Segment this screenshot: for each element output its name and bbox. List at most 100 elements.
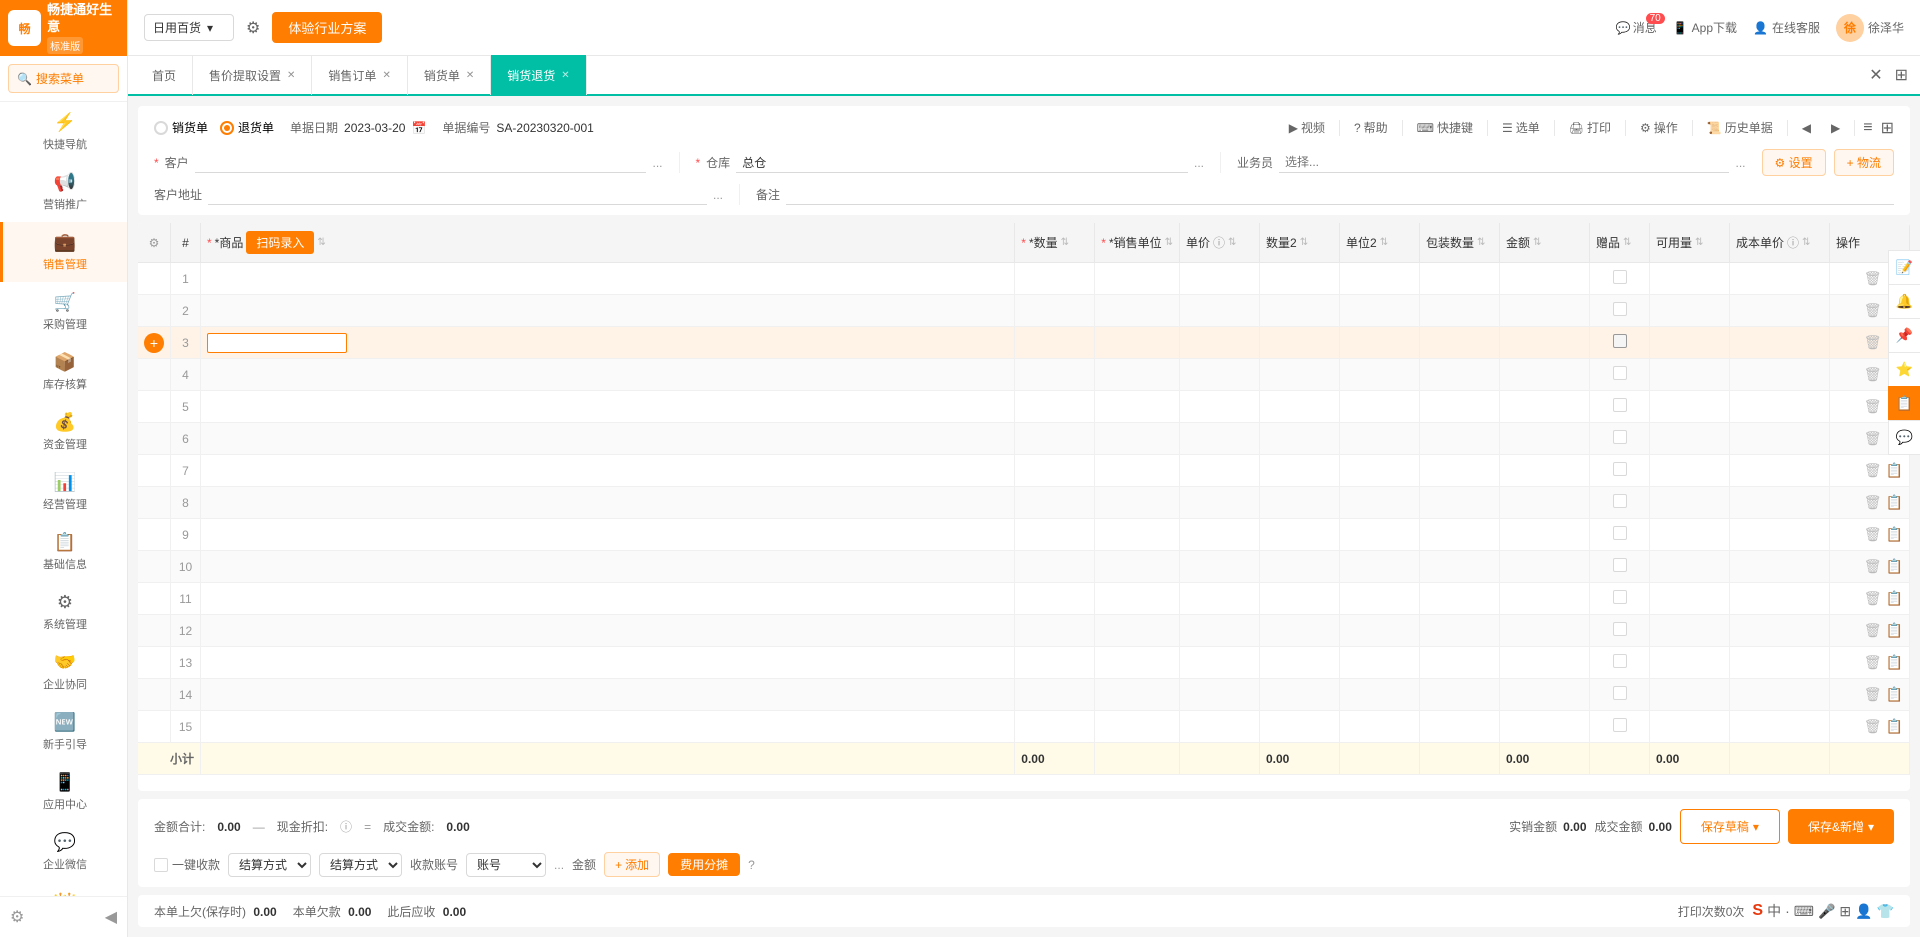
salesman-input[interactable] (1279, 152, 1729, 173)
row-amount-cell[interactable] (1500, 423, 1590, 455)
sidebar-item-marketing[interactable]: 📢 营销推广 (0, 162, 127, 222)
address-select-btn[interactable]: ... (713, 188, 723, 202)
row-qty2-cell[interactable] (1260, 423, 1340, 455)
row-product-cell[interactable] (201, 423, 1015, 455)
help-btn[interactable]: ? 帮助 (1348, 116, 1394, 139)
ime-icon-3[interactable]: · (1785, 903, 1790, 919)
save-new-button[interactable]: 保存&新增 ▾ (1788, 809, 1894, 844)
row-unit2-cell[interactable] (1340, 295, 1420, 327)
row-amount-cell[interactable] (1500, 327, 1590, 359)
sort-avail-icon[interactable]: ⇅ (1695, 237, 1703, 248)
row-amount-cell[interactable] (1500, 583, 1590, 615)
row-pack-cell[interactable] (1420, 295, 1500, 327)
sidebar-item-wechat[interactable]: 💬 企业微信 (0, 822, 127, 882)
sidebar-item-finance[interactable]: 💰 资金管理 (0, 402, 127, 462)
row-unit2-cell[interactable] (1340, 391, 1420, 423)
row-price-cell[interactable] (1180, 327, 1260, 359)
radio-return[interactable]: 退货单 (220, 119, 274, 136)
delete-row-icon[interactable]: 🗑 (1864, 302, 1882, 319)
row-gift-cell[interactable] (1590, 583, 1650, 615)
fee-split-button[interactable]: 费用分摊 (668, 853, 740, 876)
row-unit2-cell[interactable] (1340, 423, 1420, 455)
trial-btn[interactable]: 体验行业方案 (272, 12, 382, 43)
row-gift-cell[interactable] (1590, 359, 1650, 391)
row-unit-cell[interactable] (1095, 647, 1180, 679)
settlement-method-select2[interactable]: 结算方式 (319, 853, 402, 877)
tab-sales-delivery[interactable]: 销货单 ✕ (408, 55, 491, 95)
history-btn[interactable]: 📜 历史单据 (1701, 116, 1779, 139)
sidebar-item-apps[interactable]: 📱 应用中心 (0, 762, 127, 822)
row-product-cell[interactable] (201, 711, 1015, 743)
sort-gift-icon[interactable]: ⇅ (1623, 237, 1631, 248)
print-btn[interactable]: 🖨 打印 (1563, 116, 1617, 139)
row-product-cell[interactable] (201, 551, 1015, 583)
gift-checkbox[interactable] (1613, 334, 1627, 348)
row-gift-cell[interactable] (1590, 679, 1650, 711)
row-price-cell[interactable] (1180, 359, 1260, 391)
row-product-cell[interactable] (201, 455, 1015, 487)
row-unit2-cell[interactable] (1340, 263, 1420, 295)
row-qty2-cell[interactable] (1260, 615, 1340, 647)
row-qty2-cell[interactable] (1260, 551, 1340, 583)
row-qty-cell[interactable] (1015, 519, 1095, 551)
row-amount-cell[interactable] (1500, 455, 1590, 487)
warehouse-select-btn[interactable]: ... (1194, 156, 1204, 170)
sidebar-item-sales[interactable]: 💼 销售管理 (0, 222, 127, 282)
gift-checkbox[interactable] (1613, 462, 1627, 476)
user-profile-button[interactable]: 徐 徐泽华 (1836, 14, 1904, 42)
row-pack-cell[interactable] (1420, 359, 1500, 391)
row-pack-cell[interactable] (1420, 583, 1500, 615)
row-price-cell[interactable] (1180, 455, 1260, 487)
settlement-method-select[interactable]: 结算方式 (228, 853, 311, 877)
tab-close-sales-delivery[interactable]: ✕ (466, 70, 474, 81)
row-amount-cell[interactable] (1500, 391, 1590, 423)
sidebar-item-member[interactable]: 👑 畅会员 (0, 882, 127, 896)
tab-close-price-setting[interactable]: ✕ (287, 70, 295, 81)
row-product-cell[interactable] (201, 615, 1015, 647)
row-price-cell[interactable] (1180, 487, 1260, 519)
add-payment-button[interactable]: + 添加 (604, 852, 660, 877)
gift-checkbox[interactable] (1613, 494, 1627, 508)
row-qty2-cell[interactable] (1260, 519, 1340, 551)
scan-input-btn[interactable]: 扫码录入 (246, 231, 314, 254)
row-pack-cell[interactable] (1420, 679, 1500, 711)
product-input[interactable] (207, 333, 347, 353)
row-product-cell[interactable] (201, 359, 1015, 391)
row-qty-cell[interactable] (1015, 455, 1095, 487)
tab-price-setting[interactable]: 售价提取设置 ✕ (193, 55, 312, 95)
customer-select-btn[interactable]: ... (652, 156, 662, 170)
address-input[interactable] (208, 184, 707, 205)
delete-row-icon[interactable]: 🗑 (1864, 334, 1882, 351)
tab-close-sales-return[interactable]: ✕ (561, 70, 569, 81)
gift-checkbox[interactable] (1613, 654, 1627, 668)
sidebar-item-inventory[interactable]: 📦 库存核算 (0, 342, 127, 402)
topbar-settings-icon[interactable]: ⚙ (246, 18, 260, 38)
sidebar-item-system[interactable]: ⚙ 系统管理 (0, 582, 127, 642)
row-pack-cell[interactable] (1420, 423, 1500, 455)
row-unit-cell[interactable] (1095, 487, 1180, 519)
tab-sales-return[interactable]: 销货退货 ✕ (491, 55, 586, 95)
add-row-button[interactable]: + (144, 333, 164, 353)
row-unit-cell[interactable] (1095, 295, 1180, 327)
calendar-icon[interactable]: 📅 (411, 121, 426, 135)
tab-close-sales-order[interactable]: ✕ (382, 70, 390, 81)
copy-row-icon[interactable]: 📋 (1886, 462, 1903, 479)
ime-icon-1[interactable]: S (1752, 902, 1763, 920)
sort-pack-icon[interactable]: ⇅ (1477, 237, 1485, 248)
row-qty2-cell[interactable] (1260, 455, 1340, 487)
ime-icon-8[interactable]: 👕 (1877, 903, 1894, 920)
row-unit-cell[interactable] (1095, 583, 1180, 615)
row-product-cell[interactable] (201, 487, 1015, 519)
category-select[interactable]: 日用百货 ▾ (144, 14, 234, 41)
row-gift-cell[interactable] (1590, 327, 1650, 359)
ime-icon-7[interactable]: 👤 (1855, 903, 1872, 920)
row-qty-cell[interactable] (1015, 583, 1095, 615)
row-amount-cell[interactable] (1500, 615, 1590, 647)
gift-checkbox[interactable] (1613, 430, 1627, 444)
row-qty-cell[interactable] (1015, 711, 1095, 743)
copy-row-icon[interactable]: 📋 (1886, 686, 1903, 703)
row-pack-cell[interactable] (1420, 487, 1500, 519)
row-amount-cell[interactable] (1500, 711, 1590, 743)
delete-row-icon[interactable]: 🗑 (1864, 718, 1882, 735)
row-qty2-cell[interactable] (1260, 711, 1340, 743)
